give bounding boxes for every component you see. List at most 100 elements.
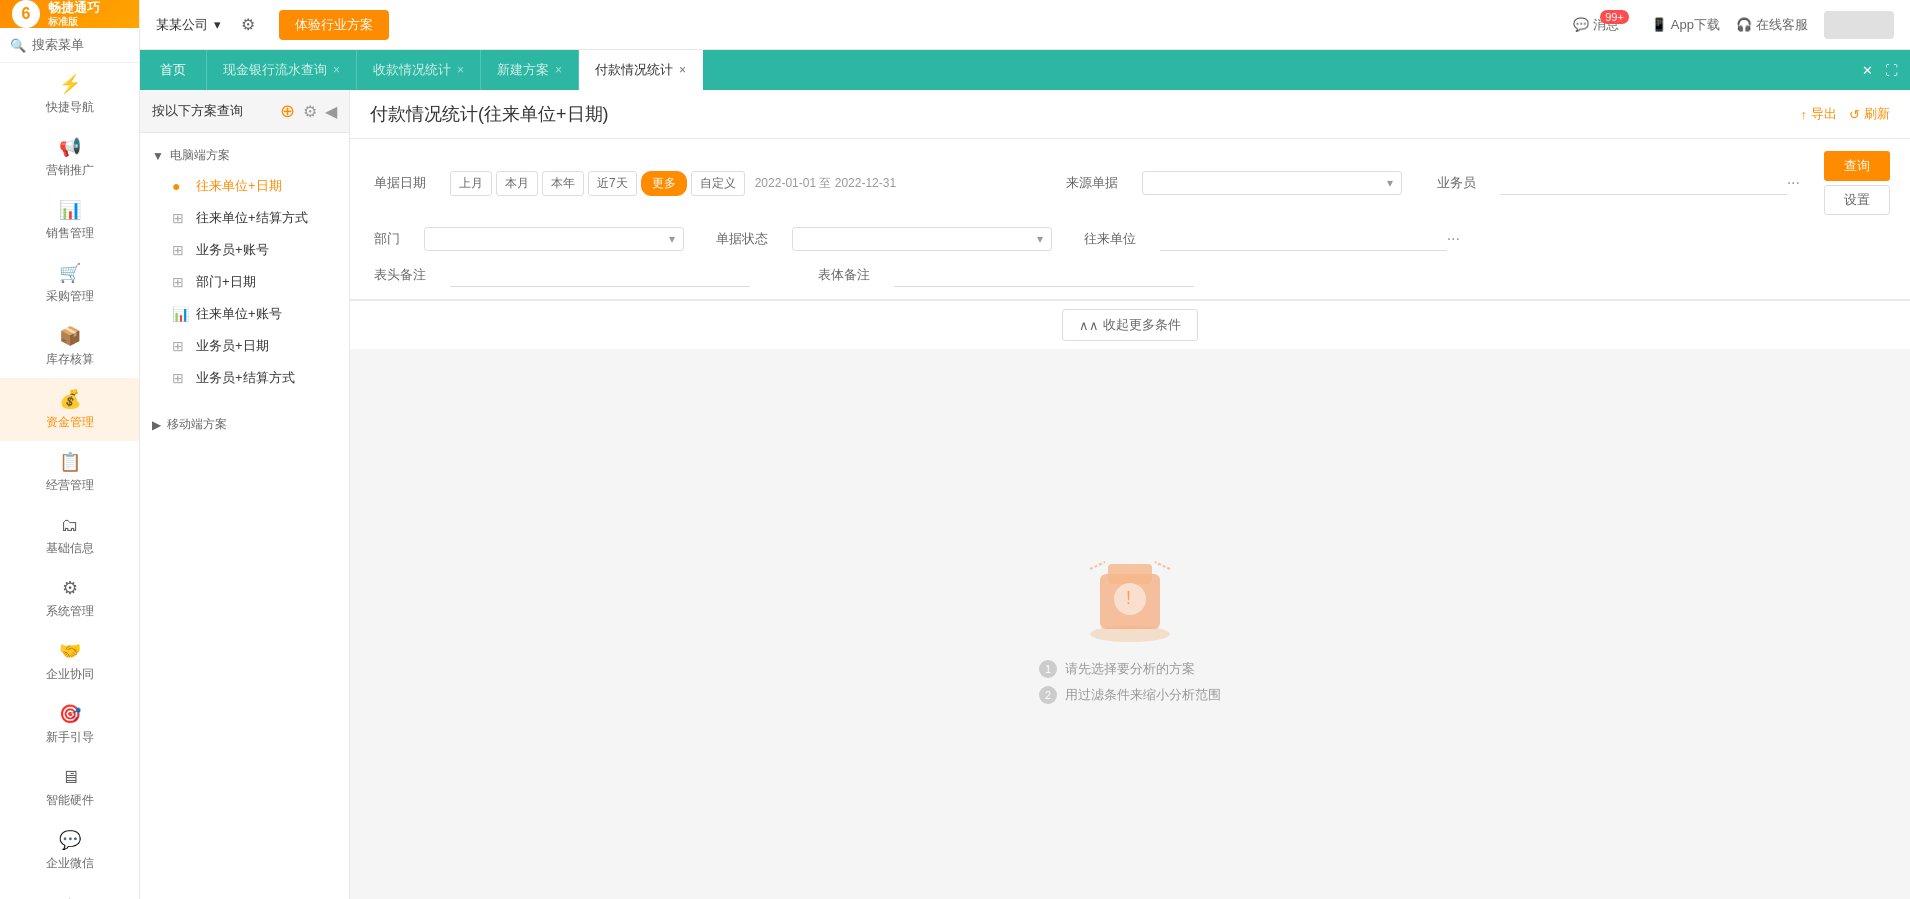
- scheme-salesman-account[interactable]: ⊞ 业务员+账号: [140, 234, 349, 266]
- left-panel-actions: ⊕ ⚙ ◀: [280, 100, 337, 122]
- page-header: 付款情况统计(往来单位+日期) ↑ 导出 ↺ 刷新: [350, 90, 1910, 139]
- sidebar-label-enterprise: 企业协同: [46, 666, 94, 683]
- scheme-partner-settle[interactable]: ⊞ 往来单位+结算方式: [140, 202, 349, 234]
- tab-payment-stats-close[interactable]: ×: [679, 63, 686, 77]
- tab-close-all-icon[interactable]: ✕: [1862, 63, 1873, 78]
- company-selector[interactable]: 某某公司 ▾: [156, 16, 221, 34]
- salesman-input[interactable]: [1500, 171, 1787, 195]
- sidebar-item-sales[interactable]: 📊 销售管理: [0, 189, 139, 252]
- page-title: 付款情况统计(往来单位+日期): [370, 102, 609, 126]
- sidebar-item-member[interactable]: ♦ 畅会员: [0, 882, 139, 899]
- scheme-settings-btn[interactable]: ⚙: [303, 102, 317, 121]
- empty-tips: 1 请先选择要分析的方案 2 用过滤条件来缩小分析范围: [1039, 660, 1221, 704]
- scheme-active-icon: ●: [172, 178, 188, 194]
- filter-settings-btn[interactable]: 设置: [1824, 185, 1890, 215]
- query-btn[interactable]: 查询: [1824, 151, 1890, 181]
- scheme-partner-account[interactable]: 📊 往来单位+账号: [140, 298, 349, 330]
- sidebar-item-hardware[interactable]: 🖥 智能硬件: [0, 756, 139, 819]
- tab-new-scheme[interactable]: 新建方案 ×: [481, 50, 579, 90]
- filter-row-2: 部门 ▾ 单据状态 ▾ 往来单位 ···: [370, 227, 1890, 251]
- date-btn-custom[interactable]: 自定义: [691, 171, 745, 196]
- partner-input[interactable]: [1160, 227, 1447, 251]
- scheme-chart-icon: 📊: [172, 306, 188, 322]
- collapse-filter-btn[interactable]: ∧∧ 收起更多条件: [1062, 309, 1198, 341]
- tab-new-scheme-close[interactable]: ×: [555, 63, 562, 77]
- status-select[interactable]: ▾: [792, 227, 1052, 251]
- desktop-section: ▼ 电脑端方案 ● 往来单位+日期 ⊞ 往来单位+结算方式 ⊞ 业务员+账号 ⊞: [140, 133, 349, 402]
- sidebar-icon-member: ♦: [59, 892, 81, 899]
- sidebar-item-purchase[interactable]: 🛒 采购管理: [0, 252, 139, 315]
- empty-tip-1: 1 请先选择要分析的方案: [1039, 660, 1221, 678]
- tab-bank-flow-close[interactable]: ×: [333, 63, 340, 77]
- top-header: 某某公司 ▾ ⚙ 体验行业方案 💬 消息 99+ 📱 App下载 🎧 在线客服: [140, 0, 1910, 50]
- dept-select[interactable]: ▾: [424, 227, 684, 251]
- sidebar-item-enterprise[interactable]: 🤝 企业协同: [0, 630, 139, 693]
- scheme-salesman-date[interactable]: ⊞ 业务员+日期: [140, 330, 349, 362]
- scheme-dept-date[interactable]: ⊞ 部门+日期: [140, 266, 349, 298]
- scheme-salesman-settle[interactable]: ⊞ 业务员+结算方式: [140, 362, 349, 394]
- left-panel: 按以下方案查询 ⊕ ⚙ ◀ ▼ 电脑端方案 ● 往来单位+日期 ⊞: [140, 90, 350, 899]
- tab-home[interactable]: 首页: [140, 50, 207, 90]
- header-settings-icon[interactable]: ⚙: [241, 15, 255, 34]
- export-btn[interactable]: ↑ 导出: [1801, 105, 1838, 123]
- search-menu[interactable]: 🔍 搜索菜单: [0, 28, 139, 63]
- header-service-btn[interactable]: 🎧 在线客服: [1736, 16, 1808, 34]
- panel-collapse-btn[interactable]: ◀: [325, 102, 337, 121]
- header-app-btn[interactable]: 📱 App下载: [1651, 16, 1720, 34]
- sidebar-item-basic[interactable]: 🗂 基础信息: [0, 504, 139, 567]
- body-note-label: 表体备注: [814, 266, 870, 284]
- header-msg-btn[interactable]: 💬 消息 99+: [1573, 16, 1619, 34]
- sidebar-item-wechat[interactable]: 💬 企业微信: [0, 819, 139, 882]
- sidebar-icon-operation: 📋: [59, 451, 81, 473]
- partner-label: 往来单位: [1076, 230, 1136, 248]
- logo-icon: 6: [12, 0, 40, 28]
- refresh-btn[interactable]: ↺ 刷新: [1849, 105, 1890, 123]
- date-btn-more[interactable]: 更多: [641, 171, 687, 196]
- date-btn-this-year[interactable]: 本年: [542, 171, 584, 196]
- head-note-input[interactable]: [450, 263, 750, 287]
- sidebar-icon-marketing: 📢: [59, 136, 81, 158]
- tab-bank-flow[interactable]: 现金银行流水查询 ×: [207, 50, 357, 90]
- mobile-section-title[interactable]: ▶ 移动端方案: [140, 410, 349, 439]
- source-select[interactable]: ▾: [1142, 171, 1402, 195]
- export-icon: ↑: [1801, 107, 1808, 122]
- right-main: 付款情况统计(往来单位+日期) ↑ 导出 ↺ 刷新 单据日期: [350, 90, 1910, 899]
- company-dropdown-icon[interactable]: ▾: [214, 17, 221, 32]
- tab-expand-icon[interactable]: ⛶: [1885, 63, 1898, 78]
- header-avatar[interactable]: [1824, 11, 1894, 39]
- sidebar-item-inventory[interactable]: 📦 库存核算: [0, 315, 139, 378]
- date-btn-this-month[interactable]: 本月: [496, 171, 538, 196]
- tab-receipt-stats-close[interactable]: ×: [457, 63, 464, 77]
- partner-ellipsis[interactable]: ···: [1447, 230, 1460, 248]
- date-range-text: 2022-01-01 至 2022-12-31: [755, 175, 896, 192]
- search-icon: 🔍: [10, 38, 26, 53]
- tab-receipt-stats[interactable]: 收款情况统计 ×: [357, 50, 481, 90]
- desktop-section-title[interactable]: ▼ 电脑端方案: [140, 141, 349, 170]
- trial-btn[interactable]: 体验行业方案: [279, 10, 389, 40]
- sidebar-item-operation[interactable]: 📋 经营管理: [0, 441, 139, 504]
- scheme-partner-settle-label: 往来单位+结算方式: [196, 209, 308, 227]
- sidebar-icon-quick-nav: ⚡: [59, 73, 81, 95]
- sidebar-item-marketing[interactable]: 📢 营销推广: [0, 126, 139, 189]
- date-shortcuts: 上月 本月 本年 近7天 更多 自定义: [450, 171, 745, 196]
- body-note-input[interactable]: [894, 263, 1194, 287]
- service-label: 在线客服: [1756, 16, 1808, 34]
- sidebar-label-guide: 新手引导: [46, 729, 94, 746]
- add-scheme-btn[interactable]: ⊕: [280, 100, 295, 122]
- tab-payment-stats[interactable]: 付款情况统计 ×: [579, 50, 703, 90]
- date-btn-7days[interactable]: 近7天: [588, 171, 637, 196]
- sidebar-item-capital[interactable]: 💰 资金管理: [0, 378, 139, 441]
- source-chevron: ▾: [1387, 176, 1393, 190]
- status-chevron: ▾: [1037, 232, 1043, 246]
- sidebar-label-sales: 销售管理: [46, 225, 94, 242]
- sidebar-item-quick-nav[interactable]: ⚡ 快捷导航: [0, 63, 139, 126]
- service-icon: 🎧: [1736, 17, 1752, 32]
- date-btn-last-month[interactable]: 上月: [450, 171, 492, 196]
- scheme-table-icon-5: ⊞: [172, 370, 188, 386]
- sidebar-item-system[interactable]: ⚙ 系统管理: [0, 567, 139, 630]
- scheme-partner-date[interactable]: ● 往来单位+日期: [140, 170, 349, 202]
- salesman-ellipsis[interactable]: ···: [1787, 174, 1800, 192]
- app-icon: 📱: [1651, 17, 1667, 32]
- salesman-control: ···: [1500, 171, 1800, 195]
- sidebar-item-guide[interactable]: 🎯 新手引导: [0, 693, 139, 756]
